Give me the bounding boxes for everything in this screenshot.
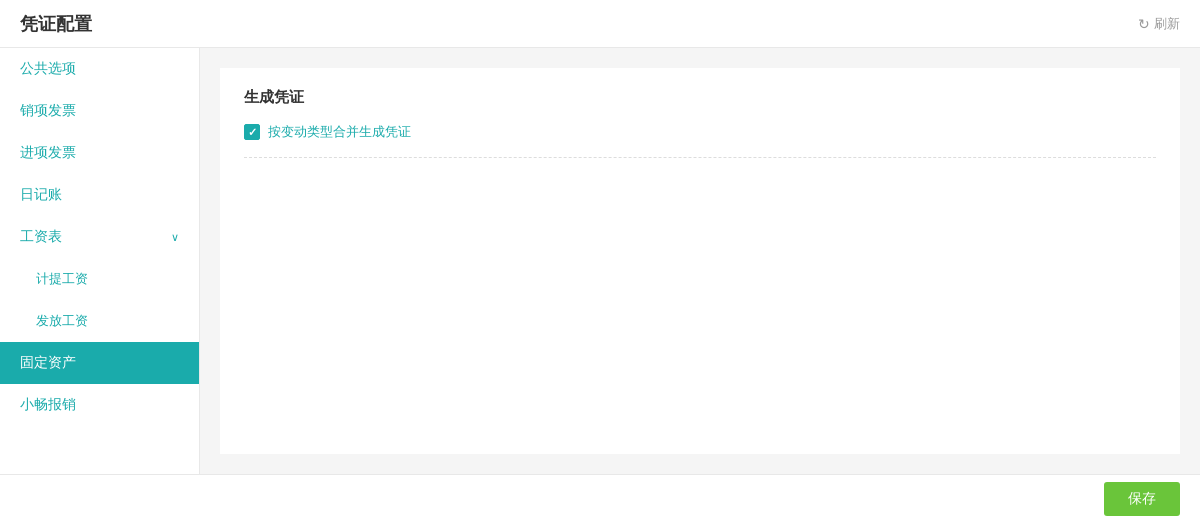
- sidebar-item-petty-expense[interactable]: 小畅报销: [0, 384, 199, 426]
- sidebar-item-label: 销项发票: [20, 102, 76, 120]
- sidebar-item-fixed-assets[interactable]: 固定资产: [0, 342, 199, 384]
- sidebar-item-label: 日记账: [20, 186, 62, 204]
- sidebar-item-label: 发放工资: [36, 312, 88, 330]
- header: 凭证配置 ↻ 刷新: [0, 0, 1200, 48]
- refresh-icon: ↻: [1138, 16, 1150, 32]
- sidebar-item-journal[interactable]: 日记账: [0, 174, 199, 216]
- save-button[interactable]: 保存: [1104, 482, 1180, 516]
- divider: [244, 157, 1156, 158]
- content-area: 生成凭证 按变动类型合并生成凭证: [200, 48, 1200, 474]
- sidebar-item-label: 公共选项: [20, 60, 76, 78]
- sidebar-item-calc-salary[interactable]: 计提工资: [0, 258, 199, 300]
- checkbox-label: 按变动类型合并生成凭证: [268, 123, 411, 141]
- content-card: 生成凭证 按变动类型合并生成凭证: [220, 68, 1180, 454]
- sidebar: 公共选项销项发票进项发票日记账工资表 ∨ 计提工资发放工资固定资产小畅报销: [0, 48, 200, 474]
- refresh-button[interactable]: ↻ 刷新: [1138, 15, 1180, 33]
- checkbox-row: 按变动类型合并生成凭证: [244, 123, 1156, 141]
- main-layout: 公共选项销项发票进项发票日记账工资表 ∨ 计提工资发放工资固定资产小畅报销 生成凭证…: [0, 48, 1200, 474]
- sidebar-item-payroll-table[interactable]: 工资表 ∨: [0, 216, 199, 258]
- sidebar-item-label: 计提工资: [36, 270, 88, 288]
- sidebar-item-label: 工资表: [20, 228, 62, 246]
- refresh-label: 刷新: [1154, 15, 1180, 33]
- chevron-down-icon: ∨: [171, 231, 179, 244]
- sidebar-item-label: 固定资产: [20, 354, 76, 372]
- sidebar-item-purchase-invoice[interactable]: 进项发票: [0, 132, 199, 174]
- merge-by-type-checkbox[interactable]: [244, 124, 260, 140]
- page-title: 凭证配置: [20, 12, 92, 36]
- sidebar-item-public-options[interactable]: 公共选项: [0, 48, 199, 90]
- footer: 保存: [0, 474, 1200, 522]
- section-title: 生成凭证: [244, 88, 1156, 107]
- sidebar-item-sales-invoice[interactable]: 销项发票: [0, 90, 199, 132]
- sidebar-item-pay-salary[interactable]: 发放工资: [0, 300, 199, 342]
- sidebar-item-label: 小畅报销: [20, 396, 76, 414]
- sidebar-item-label: 进项发票: [20, 144, 76, 162]
